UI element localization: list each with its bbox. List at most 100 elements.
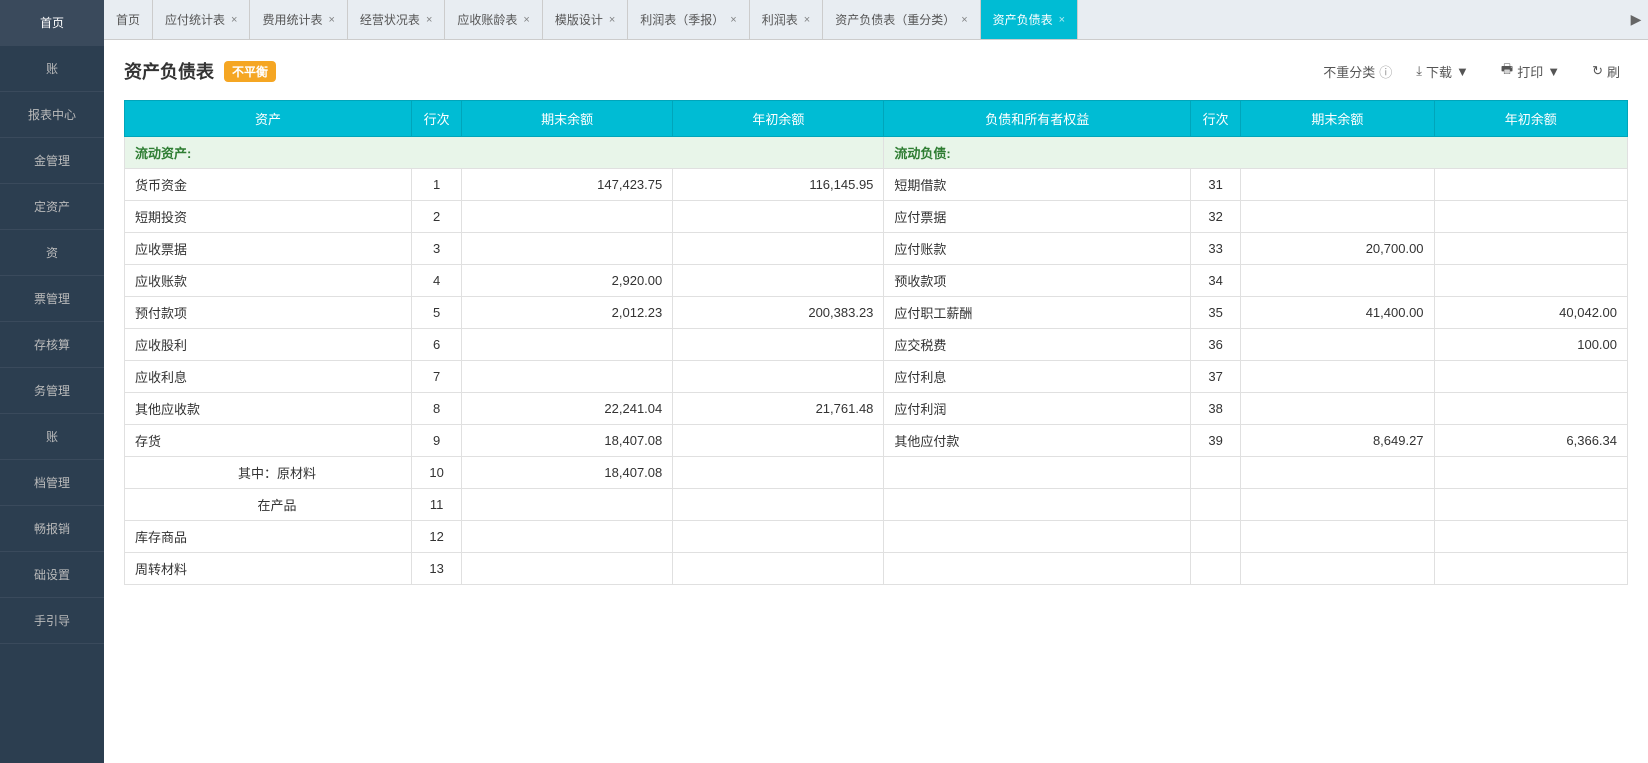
liability-end-balance[interactable] [1241,329,1434,361]
liability-start-balance[interactable] [1434,169,1627,201]
tab-template-design[interactable]: 模版设计× [543,0,628,40]
tab-balance-sheet[interactable]: 资产负债表× [981,0,1078,40]
sidebar-item-inventory-calc[interactable]: 存核算 [0,322,104,368]
tab-operations[interactable]: 经营状况表× [348,0,445,40]
liability-name[interactable]: 应交税费 [884,329,1191,361]
tab-close-balance-sheet[interactable]: × [1059,14,1065,26]
asset-start-balance[interactable] [673,553,884,585]
asset-end-balance[interactable]: 2,012.23 [462,297,673,329]
asset-name[interactable]: 其中：原材料 [125,457,412,489]
asset-name[interactable]: 存货 [125,425,412,457]
tab-profit[interactable]: 利润表× [750,0,823,40]
tab-balance-reclassified[interactable]: 资产负债表（重分类）× [823,0,980,40]
liability-name[interactable]: 应付账款 [884,233,1191,265]
liability-name[interactable] [884,553,1191,585]
liability-name[interactable]: 短期借款 [884,169,1191,201]
asset-end-balance[interactable]: 18,407.08 [462,457,673,489]
tab-close-profit-quarterly[interactable]: × [730,14,736,26]
asset-end-balance[interactable] [462,553,673,585]
liability-name[interactable]: 应付利润 [884,393,1191,425]
tab-payable-stats[interactable]: 应付统计表× [153,0,250,40]
asset-start-balance[interactable] [673,265,884,297]
tab-receivable-aging[interactable]: 应收账龄表× [445,0,542,40]
liability-start-balance[interactable] [1434,521,1627,553]
asset-start-balance[interactable] [673,425,884,457]
asset-start-balance[interactable]: 116,145.95 [673,169,884,201]
asset-start-balance[interactable] [673,233,884,265]
asset-start-balance[interactable] [673,521,884,553]
liability-name[interactable]: 应付职工薪酬 [884,297,1191,329]
liability-end-balance[interactable] [1241,201,1434,233]
download-button[interactable]: ⤓ 下载 ▼ [1408,58,1477,85]
asset-name[interactable]: 货币资金 [125,169,412,201]
liability-start-balance[interactable]: 40,042.00 [1434,297,1627,329]
liability-end-balance[interactable] [1241,521,1434,553]
sidebar-item-fund-mgmt[interactable]: 金管理 [0,138,104,184]
liability-start-balance[interactable] [1434,265,1627,297]
tab-home[interactable]: 首页 [104,0,153,40]
liability-start-balance[interactable] [1434,233,1627,265]
asset-end-balance[interactable]: 18,407.08 [462,425,673,457]
sidebar-item-basic-settings[interactable]: 础设置 [0,552,104,598]
asset-end-balance[interactable] [462,329,673,361]
asset-end-balance[interactable] [462,521,673,553]
liability-start-balance[interactable] [1434,489,1627,521]
tab-close-template-design[interactable]: × [609,14,615,26]
print-button[interactable]: 🖶 打印 ▼ [1493,56,1568,86]
liability-start-balance[interactable]: 100.00 [1434,329,1627,361]
asset-name[interactable]: 应收票据 [125,233,412,265]
asset-start-balance[interactable] [673,361,884,393]
liability-end-balance[interactable] [1241,553,1434,585]
tab-expense-stats[interactable]: 费用统计表× [250,0,347,40]
liability-end-balance[interactable]: 8,649.27 [1241,425,1434,457]
asset-end-balance[interactable]: 2,920.00 [462,265,673,297]
asset-start-balance[interactable] [673,201,884,233]
liability-start-balance[interactable] [1434,553,1627,585]
liability-end-balance[interactable] [1241,393,1434,425]
asset-name[interactable]: 在产品 [125,489,412,521]
sidebar-item-sales[interactable]: 畅报销 [0,506,104,552]
liability-name[interactable]: 其他应付款 [884,425,1191,457]
liability-start-balance[interactable] [1434,393,1627,425]
tab-scroll-right[interactable]: ▶ [1624,11,1648,28]
tab-close-receivable-aging[interactable]: × [523,14,529,26]
asset-name[interactable]: 短期投资 [125,201,412,233]
refresh-button[interactable]: ↻ 刷 [1584,58,1628,85]
asset-start-balance[interactable] [673,489,884,521]
tab-close-operations[interactable]: × [426,14,432,26]
liability-name[interactable] [884,521,1191,553]
asset-start-balance[interactable]: 200,383.23 [673,297,884,329]
asset-name[interactable]: 库存商品 [125,521,412,553]
tab-close-balance-reclassified[interactable]: × [961,14,967,26]
asset-end-balance[interactable] [462,489,673,521]
asset-end-balance[interactable] [462,233,673,265]
liability-end-balance[interactable] [1241,265,1434,297]
asset-end-balance[interactable] [462,361,673,393]
asset-name[interactable]: 应收利息 [125,361,412,393]
liability-name[interactable]: 应付票据 [884,201,1191,233]
tab-close-profit[interactable]: × [804,14,810,26]
liability-start-balance[interactable] [1434,201,1627,233]
asset-end-balance[interactable]: 22,241.04 [462,393,673,425]
liability-end-balance[interactable] [1241,489,1434,521]
asset-name[interactable]: 预付款项 [125,297,412,329]
asset-start-balance[interactable] [673,457,884,489]
asset-name[interactable]: 周转材料 [125,553,412,585]
asset-name[interactable]: 其他应收款 [125,393,412,425]
liability-name[interactable] [884,457,1191,489]
asset-end-balance[interactable]: 147,423.75 [462,169,673,201]
liability-start-balance[interactable]: 6,366.34 [1434,425,1627,457]
liability-end-balance[interactable]: 41,400.00 [1241,297,1434,329]
tab-profit-quarterly[interactable]: 利润表（季报）× [628,0,749,40]
asset-name[interactable]: 应收股利 [125,329,412,361]
sidebar-item-archive-mgmt[interactable]: 档管理 [0,460,104,506]
liability-end-balance[interactable]: 20,700.00 [1241,233,1434,265]
sidebar-item-fixed-assets[interactable]: 定资产 [0,184,104,230]
sidebar-item-guide[interactable]: 手引导 [0,598,104,644]
asset-start-balance[interactable]: 21,761.48 [673,393,884,425]
liability-name[interactable]: 预收款项 [884,265,1191,297]
liability-start-balance[interactable] [1434,457,1627,489]
sidebar-item-investment[interactable]: 资 [0,230,104,276]
liability-name[interactable] [884,489,1191,521]
liability-end-balance[interactable] [1241,457,1434,489]
